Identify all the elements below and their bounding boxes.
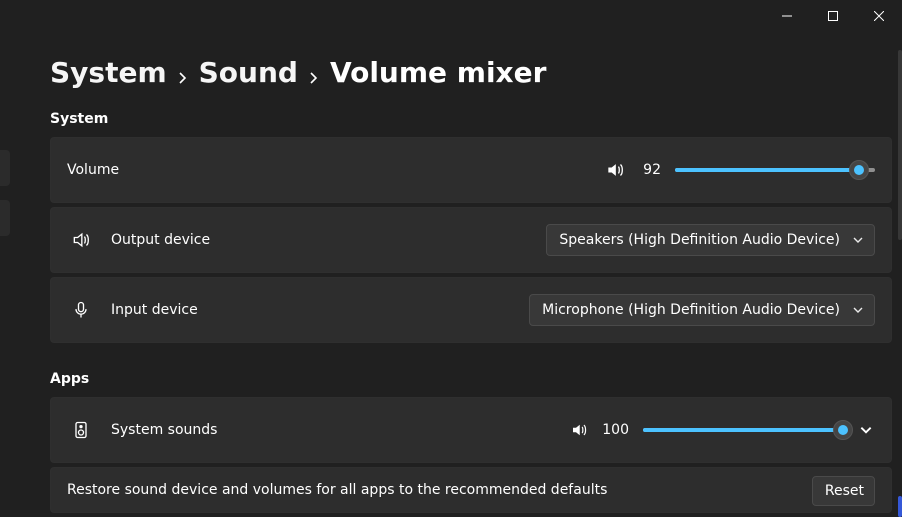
input-device-label: Input device [111, 302, 198, 318]
breadcrumb-sound[interactable]: Sound [199, 56, 298, 89]
expand-button[interactable] [857, 421, 875, 439]
minimize-button[interactable] [764, 0, 810, 32]
system-sounds-row[interactable]: System sounds 100 [50, 397, 892, 463]
volume-icon[interactable] [570, 421, 588, 439]
input-device-selected: Microphone (High Definition Audio Device… [542, 302, 840, 318]
maximize-button[interactable] [810, 0, 856, 32]
breadcrumb-system[interactable]: System [50, 56, 167, 89]
chevron-down-icon [852, 304, 864, 316]
close-icon [874, 11, 884, 21]
reset-button[interactable]: Reset [812, 476, 875, 506]
section-header-system: System [50, 111, 892, 127]
volume-label: Volume [67, 162, 119, 178]
minimize-icon [782, 11, 792, 21]
breadcrumb: System Sound Volume mixer [50, 56, 892, 89]
reset-defaults-row: Restore sound device and volumes for all… [50, 467, 892, 513]
output-device-label: Output device [111, 232, 210, 248]
left-stub [0, 150, 10, 186]
input-device-row: Input device Microphone (High Definition… [50, 277, 892, 343]
close-button[interactable] [856, 0, 902, 32]
left-stub [0, 200, 10, 236]
chevron-down-icon [859, 423, 873, 437]
output-device-row: Output device Speakers (High Definition … [50, 207, 892, 273]
chevron-down-icon [852, 234, 864, 246]
breadcrumb-current: Volume mixer [330, 56, 546, 89]
input-device-dropdown[interactable]: Microphone (High Definition Audio Device… [529, 294, 875, 326]
system-sounds-label: System sounds [111, 422, 217, 438]
volume-icon[interactable] [605, 160, 625, 180]
system-sounds-value: 100 [602, 422, 629, 438]
device-speaker-icon [67, 420, 95, 440]
speaker-icon [67, 230, 95, 250]
microphone-icon [67, 300, 95, 320]
chevron-right-icon [177, 72, 189, 84]
reset-description: Restore sound device and volumes for all… [67, 482, 607, 498]
system-sounds-slider[interactable] [643, 419, 843, 441]
volume-slider[interactable] [675, 159, 875, 181]
chevron-right-icon [308, 72, 320, 84]
section-header-apps: Apps [50, 371, 892, 387]
volume-value: 92 [639, 162, 661, 178]
scrollbar-track[interactable] [898, 50, 902, 240]
volume-row: Volume 92 [50, 137, 892, 203]
title-bar [764, 0, 902, 32]
output-device-dropdown[interactable]: Speakers (High Definition Audio Device) [546, 224, 875, 256]
left-panel-stubs [0, 150, 10, 250]
reset-button-label: Reset [825, 483, 864, 499]
scrollbar-accent [898, 496, 902, 517]
output-device-selected: Speakers (High Definition Audio Device) [559, 232, 840, 248]
maximize-icon [828, 11, 838, 21]
